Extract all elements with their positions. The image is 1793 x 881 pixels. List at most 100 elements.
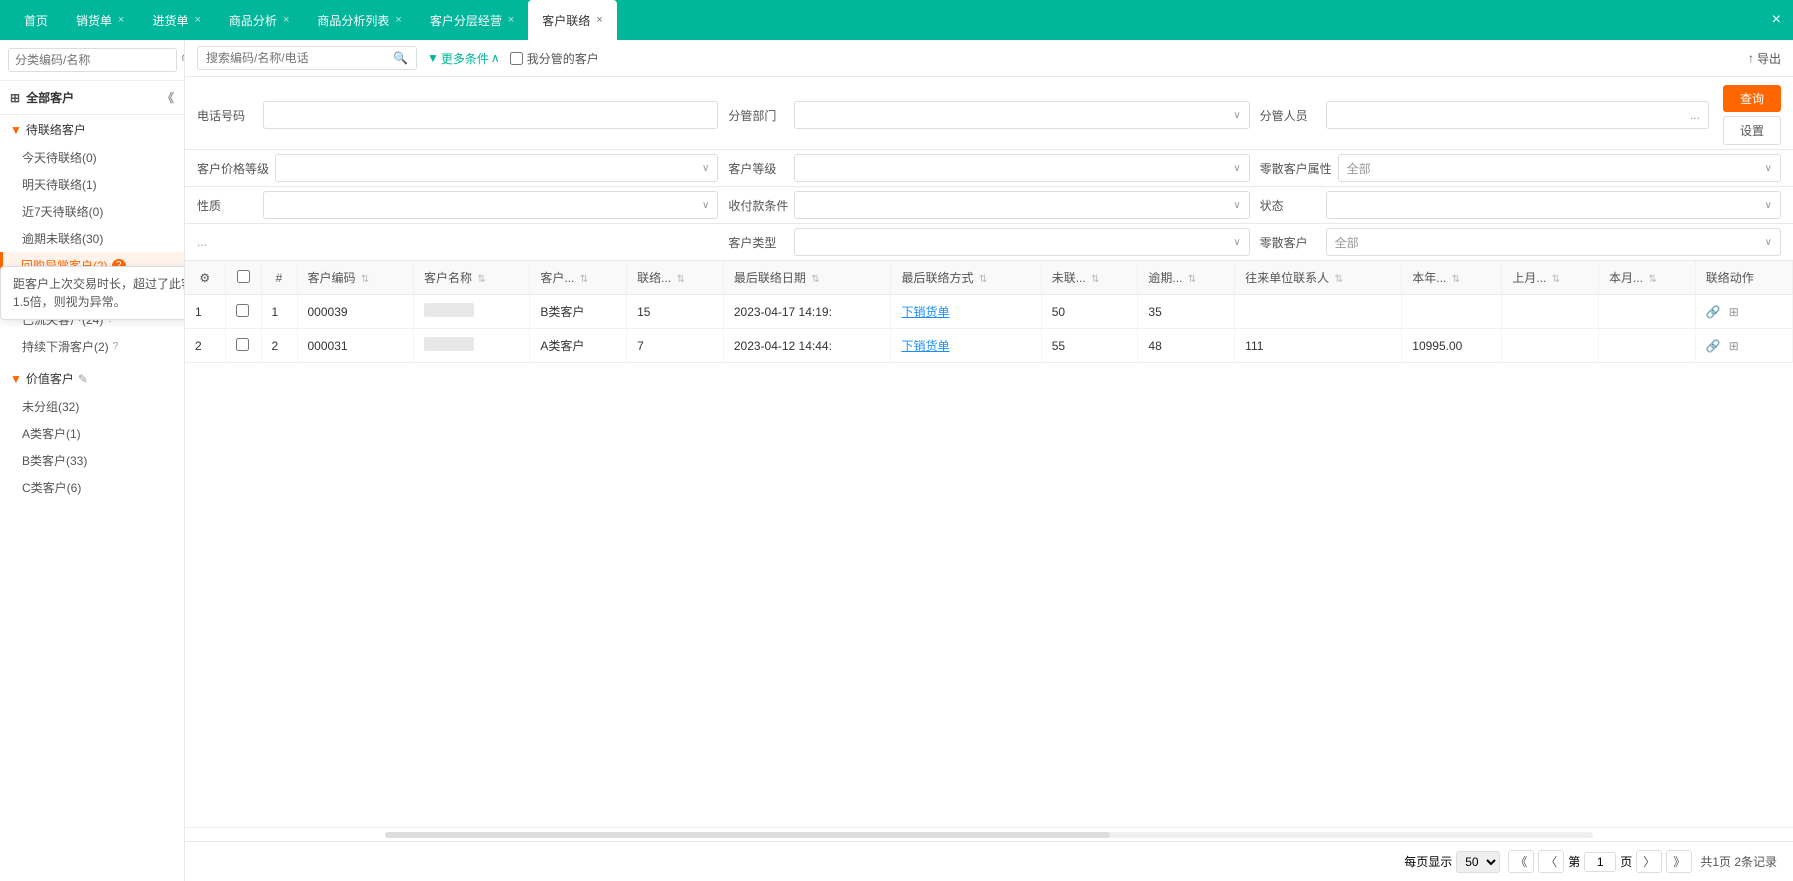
td-checkbox[interactable]	[225, 329, 261, 363]
horizontal-scrollbar[interactable]	[185, 827, 1793, 841]
contact-method-link[interactable]: 下销货单	[901, 339, 949, 353]
sidebar-item-7days[interactable]: 近7天待联络(0)	[0, 198, 184, 225]
scroll-track	[385, 832, 1593, 838]
export-button[interactable]: ↑ 导出	[1748, 50, 1781, 67]
th-settings[interactable]: ⚙	[185, 261, 225, 295]
td-last-date: 2023-04-17 14:19:	[723, 295, 891, 329]
td-type: B类客户	[530, 295, 627, 329]
filter-conditions-row4: ... 客户类型 ∨ 零散客户 全部 ∨	[185, 224, 1793, 261]
prev-page-button[interactable]: 〈	[1538, 850, 1564, 873]
contact-method-link[interactable]: 下销货单	[901, 305, 949, 319]
phone-input[interactable]	[263, 101, 718, 129]
filter-conditions-row3: 性质 ∨ 收付款条件 ∨ 状态 ∨	[185, 187, 1793, 224]
staff-input[interactable]: ...	[1326, 101, 1709, 129]
th-checkbox[interactable]	[225, 261, 261, 295]
page-nav: 《 〈 第 页 〉 》	[1508, 850, 1692, 873]
grid-icon: ⊞	[10, 91, 20, 105]
sidebar: 🔍 ⊞ 全部客户 《 ▼ 待联络客户 今天待联络(0) 明天待联络(1) 近7天…	[0, 40, 185, 881]
sidebar-search-input[interactable]	[8, 48, 177, 72]
close-icon[interactable]: ×	[118, 14, 124, 26]
th-this-year: 本年... ⇅	[1402, 261, 1502, 295]
th-overdue: 逾期... ⇅	[1138, 261, 1235, 295]
row-checkbox[interactable]	[236, 304, 249, 317]
action-grid-icon[interactable]: ⊞	[1729, 305, 1739, 319]
td-last-month	[1502, 329, 1599, 363]
td-name	[413, 329, 529, 363]
help-icon[interactable]: ?	[113, 341, 119, 352]
nav-item-purchase[interactable]: 进货单 ×	[138, 0, 214, 40]
close-icon[interactable]: ×	[194, 14, 200, 26]
filter-retail: 零散客户 全部 ∨	[1260, 228, 1781, 256]
close-icon[interactable]: ×	[508, 14, 514, 26]
sidebar-search-icon[interactable]: 🔍	[181, 53, 185, 67]
td-last-method[interactable]: 下销货单	[891, 295, 1041, 329]
sidebar-item-class-c[interactable]: C类客户(6)	[0, 474, 184, 501]
sidebar-item-ungroup[interactable]: 未分组(32)	[0, 393, 184, 420]
sidebar-item-tomorrow[interactable]: 明天待联络(1)	[0, 171, 184, 198]
chevron-down-icon: ∨	[1233, 237, 1240, 248]
top-nav: 首页 销货单 × 进货单 × 商品分析 × 商品分析列表 × 客户分层经营 × …	[0, 0, 1793, 40]
filter-search-icon[interactable]: 🔍	[393, 51, 408, 65]
query-button[interactable]: 查询	[1723, 85, 1781, 112]
chevron-down-icon: ∨	[1765, 163, 1772, 174]
close-icon[interactable]: ×	[395, 14, 401, 26]
scroll-thumb[interactable]	[385, 832, 1110, 838]
retail-attr-dropdown[interactable]: 全部 ∨	[1338, 154, 1781, 182]
filter-dots: ...	[197, 228, 718, 256]
my-customers-checkbox-area[interactable]: 我分管的客户	[510, 50, 599, 67]
td-last-method[interactable]: 下销货单	[891, 329, 1041, 363]
close-icon[interactable]: ×	[596, 14, 602, 26]
collapse-icon[interactable]: 《	[162, 89, 174, 106]
nav-item-customer-ops[interactable]: 客户分层经营 ×	[416, 0, 528, 40]
gender-dropdown[interactable]: ∨	[263, 191, 718, 219]
window-close-button[interactable]: ×	[1772, 11, 1781, 29]
payment-dropdown[interactable]: ∨	[794, 191, 1249, 219]
td-checkbox[interactable]	[225, 295, 261, 329]
main-layout: 🔍 ⊞ 全部客户 《 ▼ 待联络客户 今天待联络(0) 明天待联络(1) 近7天…	[0, 40, 1793, 881]
select-all-checkbox[interactable]	[237, 270, 250, 283]
td-this-year	[1402, 295, 1502, 329]
edit-icon[interactable]: ✎	[78, 372, 88, 386]
price-level-dropdown[interactable]: ∨	[275, 154, 718, 182]
sidebar-item-class-b[interactable]: B类客户(33)	[0, 447, 184, 474]
nav-item-home[interactable]: 首页	[10, 0, 62, 40]
first-page-button[interactable]: 《	[1508, 850, 1534, 873]
nav-item-product-analysis[interactable]: 商品分析 ×	[215, 0, 303, 40]
action-grid-icon[interactable]: ⊞	[1729, 339, 1739, 353]
status-dropdown[interactable]: ∨	[1326, 191, 1781, 219]
td-num: 2	[185, 329, 225, 363]
chevron-down-icon: ∨	[1765, 237, 1772, 248]
more-conditions-btn[interactable]: ▼ 更多条件 ∧	[427, 50, 500, 67]
sidebar-item-overdue[interactable]: 逾期未联络(30)	[0, 225, 184, 252]
row-checkbox[interactable]	[236, 338, 249, 351]
dept-dropdown[interactable]: ∨	[794, 101, 1249, 129]
customer-level-dropdown[interactable]: ∨	[794, 154, 1249, 182]
nav-item-customer-contact[interactable]: 客户联络 ×	[528, 0, 616, 40]
filter-search-input[interactable]	[206, 51, 393, 65]
page-number-input[interactable]	[1584, 852, 1616, 872]
customer-type-dropdown[interactable]: ∨	[794, 228, 1249, 256]
retail-dropdown[interactable]: 全部 ∨	[1326, 228, 1781, 256]
td-actions: 🔗 ⊞	[1695, 329, 1792, 363]
my-customers-checkbox[interactable]	[510, 52, 523, 65]
th-customer-type: 客户... ⇅	[530, 261, 627, 295]
th-last-contact-method: 最后联络方式 ⇅	[891, 261, 1041, 295]
pending-contact-group[interactable]: ▼ 待联络客户	[0, 115, 184, 144]
filter-search-box[interactable]: 🔍	[197, 46, 417, 70]
sidebar-item-class-a[interactable]: A类客户(1)	[0, 420, 184, 447]
close-icon[interactable]: ×	[283, 14, 289, 26]
filter-customer-level: 客户等级 ∨	[728, 154, 1249, 182]
last-page-button[interactable]: 》	[1666, 850, 1692, 873]
value-customers-group[interactable]: ▼ 价值客户 ✎	[0, 364, 184, 393]
sidebar-item-declining[interactable]: 持续下滑客户(2) ?	[0, 333, 184, 360]
action-link-icon[interactable]: 🔗	[1706, 339, 1721, 353]
per-page-select[interactable]: 50	[1456, 851, 1500, 873]
nav-item-product-list[interactable]: 商品分析列表 ×	[303, 0, 415, 40]
th-last-contact-date: 最后联络日期 ⇅	[723, 261, 891, 295]
sidebar-item-today[interactable]: 今天待联络(0)	[0, 144, 184, 171]
nav-item-sales[interactable]: 销货单 ×	[62, 0, 138, 40]
table-header-row: ⚙ # 客户编码 ⇅ 客户名称 ⇅ 客户... ⇅ 联络... ⇅ 最后联络日期…	[185, 261, 1793, 295]
action-link-icon[interactable]: 🔗	[1706, 305, 1721, 319]
next-page-button[interactable]: 〉	[1636, 850, 1662, 873]
settings-button[interactable]: 设置	[1723, 116, 1781, 145]
